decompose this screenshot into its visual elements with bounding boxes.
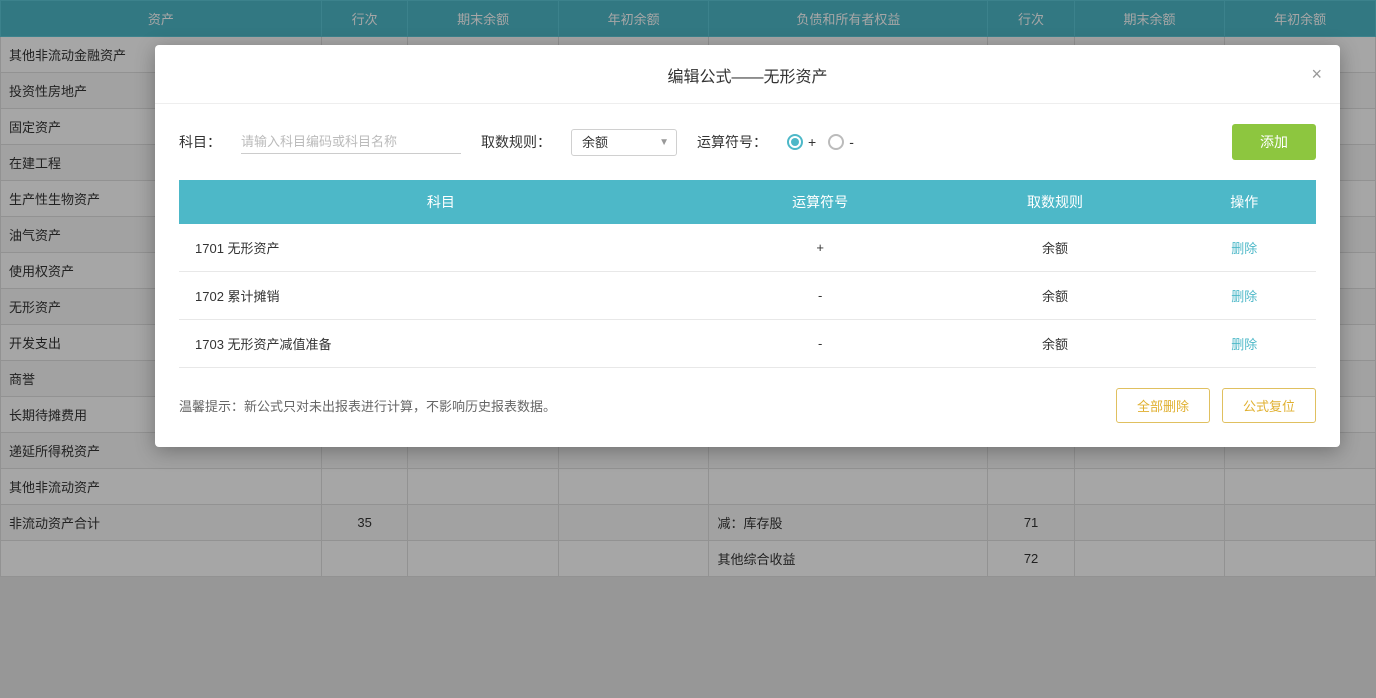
formula-operator: - [703, 272, 938, 320]
delete-row-button[interactable]: 删除 [1231, 289, 1257, 304]
formula-action: 删除 [1172, 224, 1316, 272]
radio-plus-label: + [808, 134, 816, 150]
th-rule: 取数规则 [938, 180, 1173, 224]
modal-header: 编辑公式——无形资产 × [155, 45, 1340, 104]
formula-rule: 余额 [938, 320, 1173, 368]
formula-rule: 余额 [938, 272, 1173, 320]
formula-table: 科目 运算符号 取数规则 操作 1701 无形资产+余额删除1702 累计摊销-… [179, 180, 1316, 368]
radio-minus-circle [828, 134, 844, 150]
table-row: 1703 无形资产减值准备-余额 删除 [179, 320, 1316, 368]
add-button[interactable]: 添加 [1232, 124, 1316, 160]
formula-subject: 1702 累计摊销 [179, 272, 703, 320]
rule-select[interactable]: 余额 借方发生额 贷方发生额 [571, 129, 677, 156]
table-row: 1702 累计摊销-余额 删除 [179, 272, 1316, 320]
modal-title: 编辑公式——无形资产 [667, 63, 827, 87]
table-header-row: 科目 运算符号 取数规则 操作 [179, 180, 1316, 224]
formula-operator: - [703, 320, 938, 368]
th-operator: 运算符号 [703, 180, 938, 224]
modal-close-button[interactable]: × [1311, 65, 1322, 83]
formula-action: 删除 [1172, 320, 1316, 368]
rule-label: 取数规则： [481, 132, 551, 152]
formula-action: 删除 [1172, 272, 1316, 320]
modal-footer: 温馨提示：新公式只对未出报表进行计算，不影响历史报表数据。 全部删除 公式复位 [155, 368, 1340, 423]
radio-minus-label: - [849, 134, 854, 150]
footer-hint: 温馨提示：新公式只对未出报表进行计算，不影响历史报表数据。 [179, 396, 556, 415]
delete-row-button[interactable]: 删除 [1231, 241, 1257, 256]
formula-table-wrapper: 科目 运算符号 取数规则 操作 1701 无形资产+余额删除1702 累计摊销-… [179, 180, 1316, 368]
delete-row-button[interactable]: 删除 [1231, 337, 1257, 352]
formula-operator: + [703, 224, 938, 272]
subject-input[interactable] [241, 130, 461, 154]
delete-all-button[interactable]: 全部删除 [1116, 388, 1210, 423]
table-row: 1701 无形资产+余额 删除 [179, 224, 1316, 272]
radio-plus-item[interactable]: + [787, 134, 816, 150]
formula-rule: 余额 [938, 224, 1173, 272]
edit-formula-modal: 编辑公式——无形资产 × 科目： 取数规则： 余额 借方发生额 贷方发生额 ▼ … [155, 45, 1340, 447]
th-action: 操作 [1172, 180, 1316, 224]
formula-form-row: 科目： 取数规则： 余额 借方发生额 贷方发生额 ▼ 运算符号： + - 添加 [155, 104, 1340, 180]
rule-select-wrapper: 余额 借方发生额 贷方发生额 ▼ [571, 129, 677, 156]
operator-label: 运算符号： [697, 132, 767, 152]
radio-plus-circle [787, 134, 803, 150]
formula-subject: 1703 无形资产减值准备 [179, 320, 703, 368]
subject-label: 科目： [179, 132, 221, 152]
reset-formula-button[interactable]: 公式复位 [1222, 388, 1316, 423]
operator-radio-group: + - [787, 134, 854, 150]
th-subject: 科目 [179, 180, 703, 224]
footer-buttons: 全部删除 公式复位 [1116, 388, 1316, 423]
formula-subject: 1701 无形资产 [179, 224, 703, 272]
radio-minus-item[interactable]: - [828, 134, 854, 150]
